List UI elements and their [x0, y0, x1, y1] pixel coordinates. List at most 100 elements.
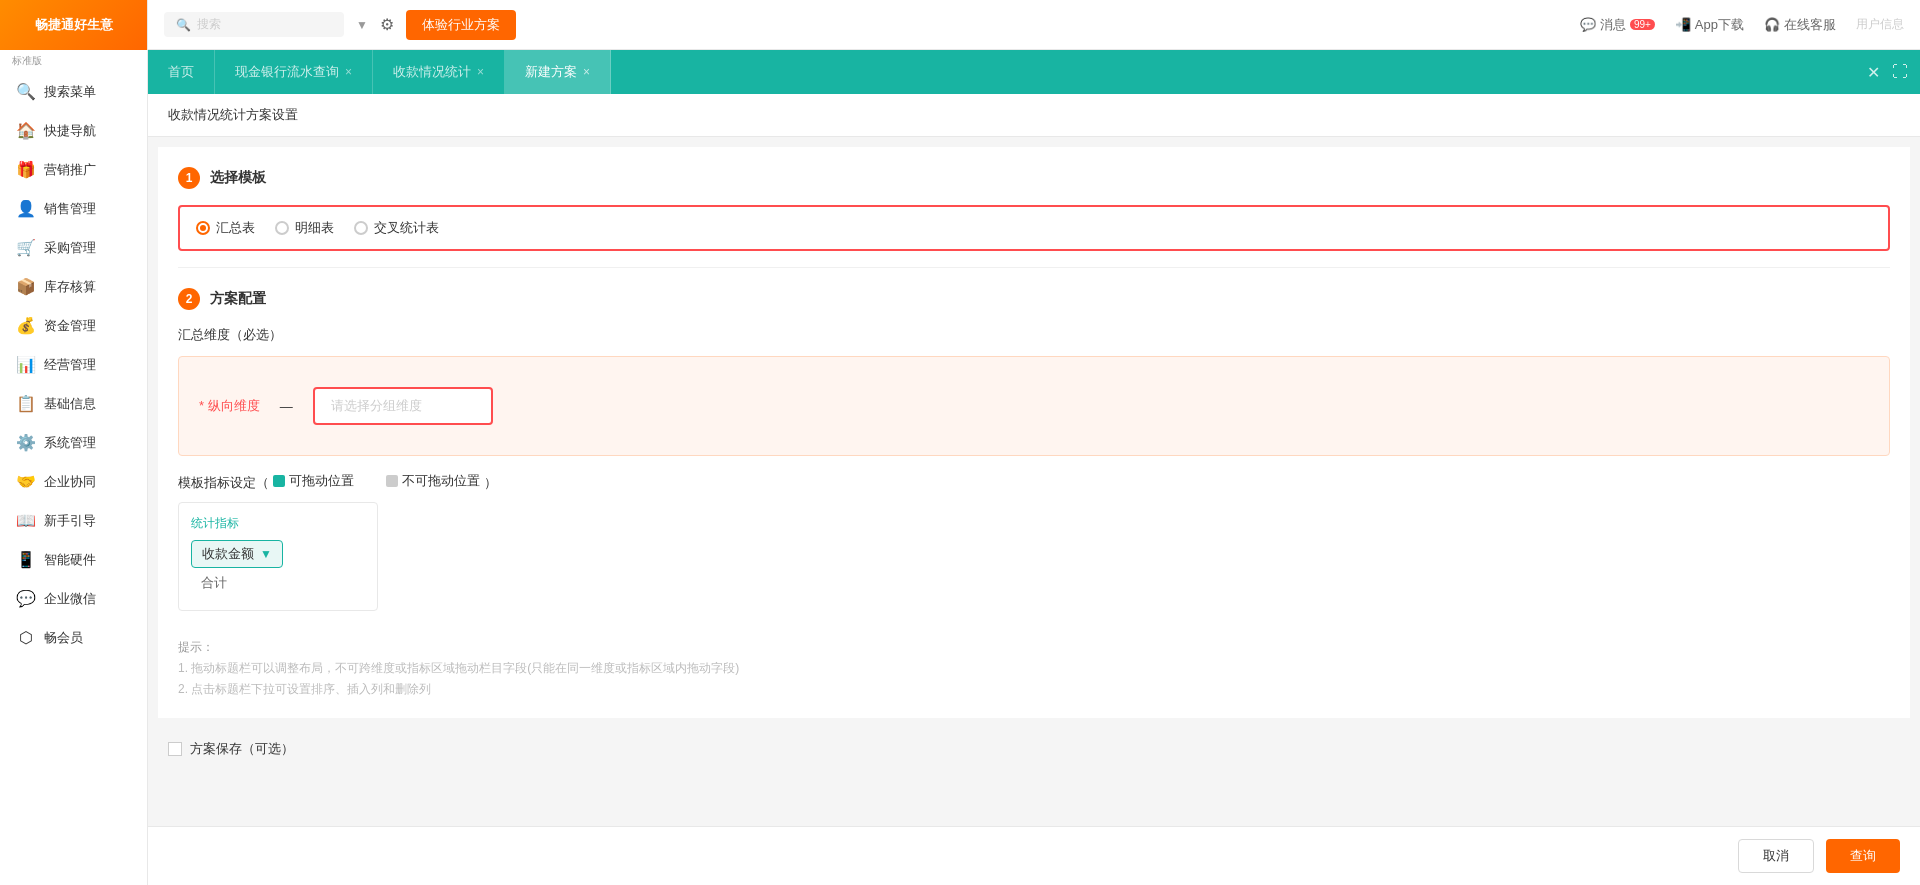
- book-icon: 📖: [16, 511, 36, 530]
- tab-new-plan-label: 新建方案: [525, 63, 577, 81]
- tab-new-plan[interactable]: 新建方案 ×: [505, 50, 611, 94]
- sidebar-item-label: 销售管理: [44, 200, 96, 218]
- movable-color: [273, 475, 285, 487]
- save-option-label: 方案保存（可选）: [190, 740, 294, 758]
- chart-icon: 📊: [16, 355, 36, 374]
- arrow-icon: —: [280, 399, 293, 414]
- sidebar-item-search[interactable]: 🔍 搜索菜单: [0, 72, 147, 111]
- tab-collection-stats-label: 收款情况统计: [393, 63, 471, 81]
- online-service-label: 在线客服: [1784, 16, 1836, 34]
- template-selection: 汇总表 明细表 交叉统计表: [178, 205, 1890, 251]
- sidebar-logo: 畅捷通好生意: [0, 0, 147, 50]
- tab-collection-stats[interactable]: 收款情况统计 ×: [373, 50, 505, 94]
- dimension-label: 汇总维度（必选）: [178, 326, 1890, 344]
- page-header: 收款情况统计方案设置: [148, 94, 1920, 137]
- sidebar-item-label: 营销推广: [44, 161, 96, 179]
- sidebar-item-label: 基础信息: [44, 395, 96, 413]
- sidebar-item-inventory[interactable]: 📦 库存核算: [0, 267, 147, 306]
- notification-item[interactable]: 💬 消息 99+: [1580, 16, 1655, 34]
- notification-badge: 99+: [1630, 19, 1655, 30]
- sidebar-item-capital[interactable]: 💰 资金管理: [0, 306, 147, 345]
- metric-tag-payment[interactable]: 收款金额 ▼: [191, 540, 283, 568]
- sidebar-item-smart-hw[interactable]: 📱 智能硬件: [0, 540, 147, 579]
- metric-tag-label: 收款金额: [202, 545, 254, 563]
- tips-title: 提示：: [178, 640, 214, 654]
- close-window-icon[interactable]: ✕: [1867, 63, 1880, 82]
- sidebar-item-business[interactable]: 📊 经营管理: [0, 345, 147, 384]
- vertical-dim-label: * 纵向维度: [199, 397, 260, 415]
- search-icon: 🔍: [176, 18, 191, 32]
- clipboard-icon: 📋: [16, 394, 36, 413]
- tabs-bar: 首页 现金银行流水查询 × 收款情况统计 × 新建方案 × ✕ ⛶: [148, 50, 1920, 94]
- step1-number: 1: [178, 167, 200, 189]
- sidebar-item-basic-info[interactable]: 📋 基础信息: [0, 384, 147, 423]
- handshake-icon: 🤝: [16, 472, 36, 491]
- tabs-actions: ✕ ⛶: [1855, 50, 1920, 94]
- query-button[interactable]: 查询: [1826, 839, 1900, 873]
- sidebar-item-enterprise-coop[interactable]: 🤝 企业协同: [0, 462, 147, 501]
- online-service-item[interactable]: 🎧 在线客服: [1764, 16, 1836, 34]
- save-checkbox[interactable]: [168, 742, 182, 756]
- immovable-color: [386, 475, 398, 487]
- tab-home[interactable]: 首页: [148, 50, 215, 94]
- cancel-button[interactable]: 取消: [1738, 839, 1814, 873]
- maximize-icon[interactable]: ⛶: [1892, 63, 1908, 81]
- tab-bank-flow[interactable]: 现金银行流水查询 ×: [215, 50, 373, 94]
- tab-home-label: 首页: [168, 63, 194, 81]
- metrics-label-separator: [363, 475, 376, 490]
- sidebar-item-enterprise-wechat[interactable]: 💬 企业微信: [0, 579, 147, 618]
- metrics-label: 模板指标设定（ 可拖动位置 不可拖动位置 ）: [178, 475, 497, 490]
- sidebar-item-member[interactable]: ⬡ 畅会员: [0, 618, 147, 657]
- app-download-item[interactable]: 📲 App下载: [1675, 16, 1744, 34]
- radio-cross[interactable]: 交叉统计表: [354, 219, 439, 237]
- metrics-group-label: 统计指标: [191, 515, 365, 532]
- page-content: 收款情况统计方案设置 1 选择模板 汇总表 明细表: [148, 94, 1920, 826]
- chevron-down-icon: ▼: [260, 547, 272, 561]
- dropdown-icon[interactable]: ▼: [356, 18, 368, 32]
- immovable-tag: 不可拖动位置: [386, 472, 480, 490]
- close-icon[interactable]: ×: [477, 65, 484, 79]
- sidebar-item-label: 经营管理: [44, 356, 96, 374]
- step2-header: 2 方案配置: [178, 288, 1890, 310]
- sidebar-item-label: 快捷导航: [44, 122, 96, 140]
- trial-button[interactable]: 体验行业方案: [406, 10, 516, 40]
- search-icon: 🔍: [16, 82, 36, 101]
- sidebar-item-system[interactable]: ⚙️ 系统管理: [0, 423, 147, 462]
- user-icon: 👤: [16, 199, 36, 218]
- step2-number: 2: [178, 288, 200, 310]
- sidebar-item-label: 企业微信: [44, 590, 96, 608]
- step1-title: 选择模板: [210, 169, 266, 187]
- radio-detail[interactable]: 明细表: [275, 219, 334, 237]
- sidebar-item-purchase[interactable]: 🛒 采购管理: [0, 228, 147, 267]
- header-right: 💬 消息 99+ 📲 App下载 🎧 在线客服 用户信息: [1580, 16, 1904, 34]
- sidebar: 畅捷通好生意 标准版 🔍 搜索菜单 🏠 快捷导航 🎁 营销推广 👤 销售管理 🛒…: [0, 0, 148, 885]
- gift-icon: 🎁: [16, 160, 36, 179]
- sidebar-item-marketing[interactable]: 🎁 营销推广: [0, 150, 147, 189]
- step2-title: 方案配置: [210, 290, 266, 308]
- main-area: 🔍 搜索 ▼ ⚙ 体验行业方案 💬 消息 99+ 📲 App下载 🎧 在线客服 …: [148, 0, 1920, 885]
- sidebar-item-label: 企业协同: [44, 473, 96, 491]
- header-search[interactable]: 🔍 搜索: [164, 12, 344, 37]
- sidebar-item-label: 智能硬件: [44, 551, 96, 569]
- sidebar-item-sales[interactable]: 👤 销售管理: [0, 189, 147, 228]
- divider: [178, 267, 1890, 268]
- close-icon[interactable]: ×: [345, 65, 352, 79]
- settings-icon[interactable]: ⚙: [380, 15, 394, 34]
- tips-item-2: 2. 点击标题栏下拉可设置排序、插入列和删除列: [178, 681, 1890, 698]
- cart-icon: 🛒: [16, 238, 36, 257]
- close-icon[interactable]: ×: [583, 65, 590, 79]
- radio-summary[interactable]: 汇总表: [196, 219, 255, 237]
- user-info: 用户信息: [1856, 16, 1904, 33]
- notification-label: 消息: [1600, 16, 1626, 34]
- dimension-input[interactable]: 请选择分组维度: [313, 387, 493, 425]
- sidebar-item-label: 搜索菜单: [44, 83, 96, 101]
- radio-circle-summary: [196, 221, 210, 235]
- sidebar-item-newbie[interactable]: 📖 新手引导: [0, 501, 147, 540]
- sidebar-item-label: 资金管理: [44, 317, 96, 335]
- sidebar-edition: 标准版: [0, 50, 147, 72]
- radio-summary-label: 汇总表: [216, 219, 255, 237]
- tips-item-1: 1. 拖动标题栏可以调整布局，不可跨维度或指标区域拖动栏目字段(只能在同一维度或…: [178, 660, 1890, 677]
- breadcrumb: 收款情况统计方案设置: [168, 107, 298, 122]
- sidebar-item-quick-nav[interactable]: 🏠 快捷导航: [0, 111, 147, 150]
- sidebar-item-label: 系统管理: [44, 434, 96, 452]
